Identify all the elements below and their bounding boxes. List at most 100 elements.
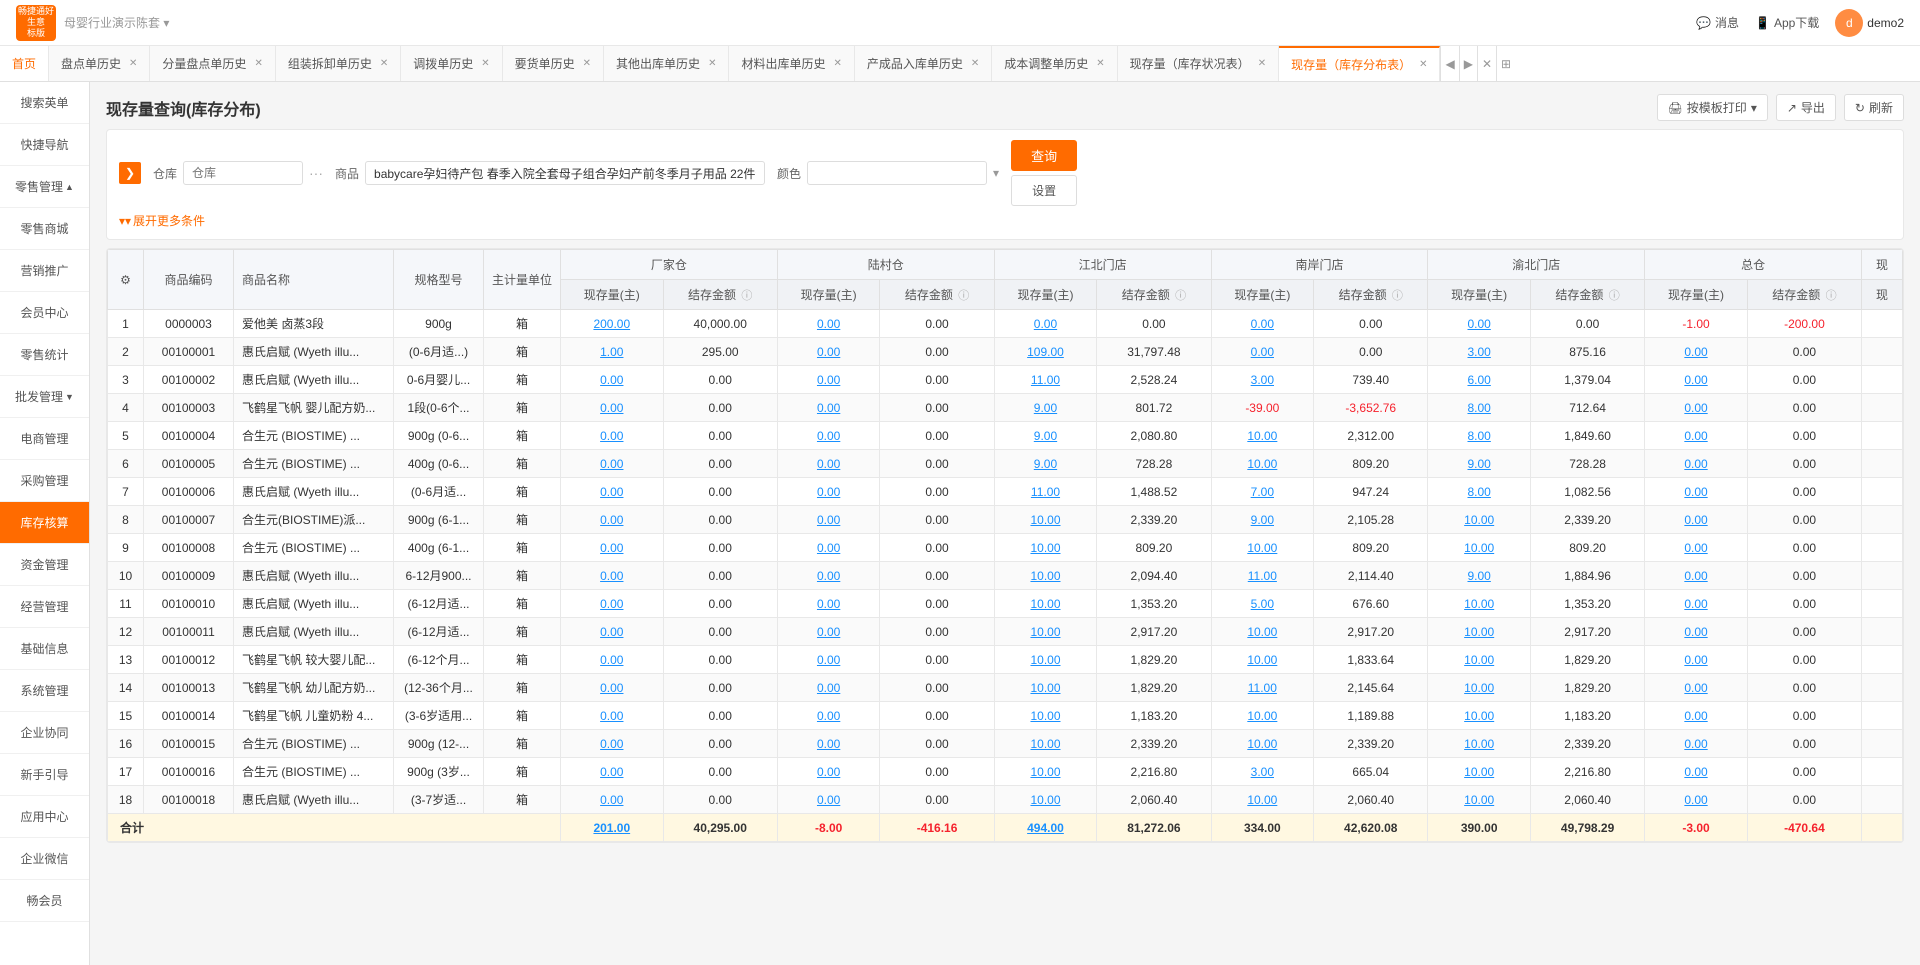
app-download-btn[interactable]: 📱 App下载: [1755, 14, 1819, 31]
close-zuzhangchai[interactable]: ✕: [380, 58, 388, 69]
close-pandian[interactable]: ✕: [129, 58, 137, 69]
row-jiangbei-cur[interactable]: 10.00: [994, 674, 1097, 702]
row-zongcang-cur[interactable]: 0.00: [1645, 702, 1748, 730]
close-fenpandian[interactable]: ✕: [254, 58, 262, 69]
row-lucun-cur[interactable]: 0.00: [777, 730, 880, 758]
row-jiangbei-cur[interactable]: 9.00: [994, 394, 1097, 422]
row-jiangbei-cur[interactable]: 10.00: [994, 534, 1097, 562]
tab-qitachu[interactable]: 其他出库单历史 ✕: [604, 46, 729, 81]
tab-nav-expand[interactable]: ⊞: [1496, 46, 1515, 81]
row-yubei-cur[interactable]: 10.00: [1428, 646, 1531, 674]
row-zongcang-cur[interactable]: 0.00: [1645, 450, 1748, 478]
row-yubei-cur[interactable]: 10.00: [1428, 590, 1531, 618]
tab-chenchengpin[interactable]: 产成品入库单历史 ✕: [855, 46, 992, 81]
row-lucun-cur[interactable]: 0.00: [777, 618, 880, 646]
row-yubei-cur[interactable]: 9.00: [1428, 450, 1531, 478]
row-lucun-cur[interactable]: 0.00: [777, 310, 880, 338]
row-nanan-cur[interactable]: 10.00: [1211, 786, 1314, 814]
row-nanan-cur[interactable]: 10.00: [1211, 730, 1314, 758]
row-changjia-cur[interactable]: 1.00: [561, 338, 664, 366]
row-jiangbei-cur[interactable]: 10.00: [994, 730, 1097, 758]
tab-nav-next[interactable]: ▶: [1459, 46, 1477, 81]
row-jiangbei-cur[interactable]: 10.00: [994, 758, 1097, 786]
sidebar-item-ecommerce[interactable]: 电商管理: [0, 418, 89, 460]
row-nanan-cur[interactable]: 0.00: [1211, 338, 1314, 366]
row-changjia-cur[interactable]: 0.00: [561, 702, 664, 730]
row-changjia-cur[interactable]: 0.00: [561, 730, 664, 758]
row-nanan-cur[interactable]: 3.00: [1211, 758, 1314, 786]
tab-chengbentiaoz[interactable]: 成本调整单历史 ✕: [992, 46, 1117, 81]
row-lucun-cur[interactable]: 0.00: [777, 562, 880, 590]
row-lucun-cur[interactable]: 0.00: [777, 590, 880, 618]
row-nanan-cur[interactable]: -39.00: [1211, 394, 1314, 422]
close-yaohuo[interactable]: ✕: [583, 58, 591, 69]
tab-nav-close[interactable]: ✕: [1477, 46, 1496, 81]
row-changjia-cur[interactable]: 200.00: [561, 310, 664, 338]
warehouse-input[interactable]: [183, 161, 303, 185]
row-jiangbei-cur[interactable]: 10.00: [994, 786, 1097, 814]
user-area[interactable]: d demo2: [1835, 9, 1904, 37]
row-nanan-cur[interactable]: 7.00: [1211, 478, 1314, 506]
yubei-money-info[interactable]: ⓘ: [1609, 290, 1620, 302]
sidebar-item-purchase[interactable]: 采购管理: [0, 460, 89, 502]
tab-diaob[interactable]: 调拨单历史 ✕: [401, 46, 502, 81]
row-nanan-cur[interactable]: 0.00: [1211, 310, 1314, 338]
row-yubei-cur[interactable]: 0.00: [1428, 310, 1531, 338]
row-lucun-cur[interactable]: 0.00: [777, 478, 880, 506]
row-zongcang-cur[interactable]: 0.00: [1645, 534, 1748, 562]
row-zongcang-cur[interactable]: 0.00: [1645, 478, 1748, 506]
row-lucun-cur[interactable]: 0.00: [777, 422, 880, 450]
sidebar-item-member[interactable]: 会员中心: [0, 292, 89, 334]
row-yubei-cur[interactable]: 10.00: [1428, 506, 1531, 534]
row-yubei-cur[interactable]: 9.00: [1428, 562, 1531, 590]
tab-zuzhangchai[interactable]: 组装拆卸单历史 ✕: [276, 46, 401, 81]
row-zongcang-cur[interactable]: 0.00: [1645, 562, 1748, 590]
row-jiangbei-cur[interactable]: 10.00: [994, 506, 1097, 534]
row-zongcang-cur[interactable]: 0.00: [1645, 590, 1748, 618]
row-lucun-cur[interactable]: 0.00: [777, 338, 880, 366]
lucun-money-info[interactable]: ⓘ: [958, 290, 969, 302]
message-btn[interactable]: 💬 消息: [1696, 14, 1739, 31]
row-yubei-cur[interactable]: 10.00: [1428, 786, 1531, 814]
row-yubei-cur[interactable]: 6.00: [1428, 366, 1531, 394]
sidebar-item-wholesale[interactable]: 批发管理 ▼: [0, 376, 89, 418]
sidebar-item-finance[interactable]: 资金管理: [0, 544, 89, 586]
sidebar-item-inventory[interactable]: 库存核算: [0, 502, 89, 544]
tab-fenpandian[interactable]: 分量盘点单历史 ✕: [150, 46, 275, 81]
row-yubei-cur[interactable]: 10.00: [1428, 758, 1531, 786]
row-changjia-cur[interactable]: 0.00: [561, 394, 664, 422]
row-zongcang-cur[interactable]: 0.00: [1645, 338, 1748, 366]
expand-btn[interactable]: ❯: [119, 162, 141, 184]
row-changjia-cur[interactable]: 0.00: [561, 366, 664, 394]
sidebar-item-enterprise[interactable]: 企业协同: [0, 712, 89, 754]
gear-icon[interactable]: ⚙: [120, 273, 131, 287]
row-changjia-cur[interactable]: 0.00: [561, 562, 664, 590]
changjia-money-info[interactable]: ⓘ: [741, 290, 752, 302]
row-lucun-cur[interactable]: 0.00: [777, 506, 880, 534]
row-jiangbei-cur[interactable]: 0.00: [994, 310, 1097, 338]
row-nanan-cur[interactable]: 10.00: [1211, 618, 1314, 646]
btn-export[interactable]: ↗ 导出: [1776, 94, 1836, 121]
close-diaob[interactable]: ✕: [481, 58, 489, 69]
row-jiangbei-cur[interactable]: 9.00: [994, 422, 1097, 450]
row-jiangbei-cur[interactable]: 10.00: [994, 590, 1097, 618]
row-jiangbei-cur[interactable]: 10.00: [994, 562, 1097, 590]
row-nanan-cur[interactable]: 10.00: [1211, 422, 1314, 450]
row-jiangbei-cur[interactable]: 109.00: [994, 338, 1097, 366]
color-dropdown-icon[interactable]: ▾: [993, 166, 999, 180]
th-gear[interactable]: ⚙: [108, 250, 144, 310]
scrollbar-container[interactable]: ⚙ 商品编码 商品名称 规格型号 主计量单位 厂家仓 陆村仓 江北门店 南岸门店…: [107, 249, 1903, 842]
row-yubei-cur[interactable]: 10.00: [1428, 534, 1531, 562]
sidebar-item-guide[interactable]: 新手引导: [0, 754, 89, 796]
row-zongcang-cur[interactable]: 0.00: [1645, 422, 1748, 450]
row-nanan-cur[interactable]: 11.00: [1211, 674, 1314, 702]
btn-refresh[interactable]: ↻ 刷新: [1844, 94, 1904, 121]
row-zongcang-cur[interactable]: 0.00: [1645, 506, 1748, 534]
row-yubei-cur[interactable]: 3.00: [1428, 338, 1531, 366]
tab-xiancunkuang[interactable]: 现存量（库存状况表） ✕: [1118, 46, 1279, 81]
tab-nav-prev[interactable]: ◀: [1440, 46, 1458, 81]
row-changjia-cur[interactable]: 0.00: [561, 674, 664, 702]
row-changjia-cur[interactable]: 0.00: [561, 758, 664, 786]
goods-input[interactable]: [365, 161, 765, 185]
row-jiangbei-cur[interactable]: 11.00: [994, 366, 1097, 394]
